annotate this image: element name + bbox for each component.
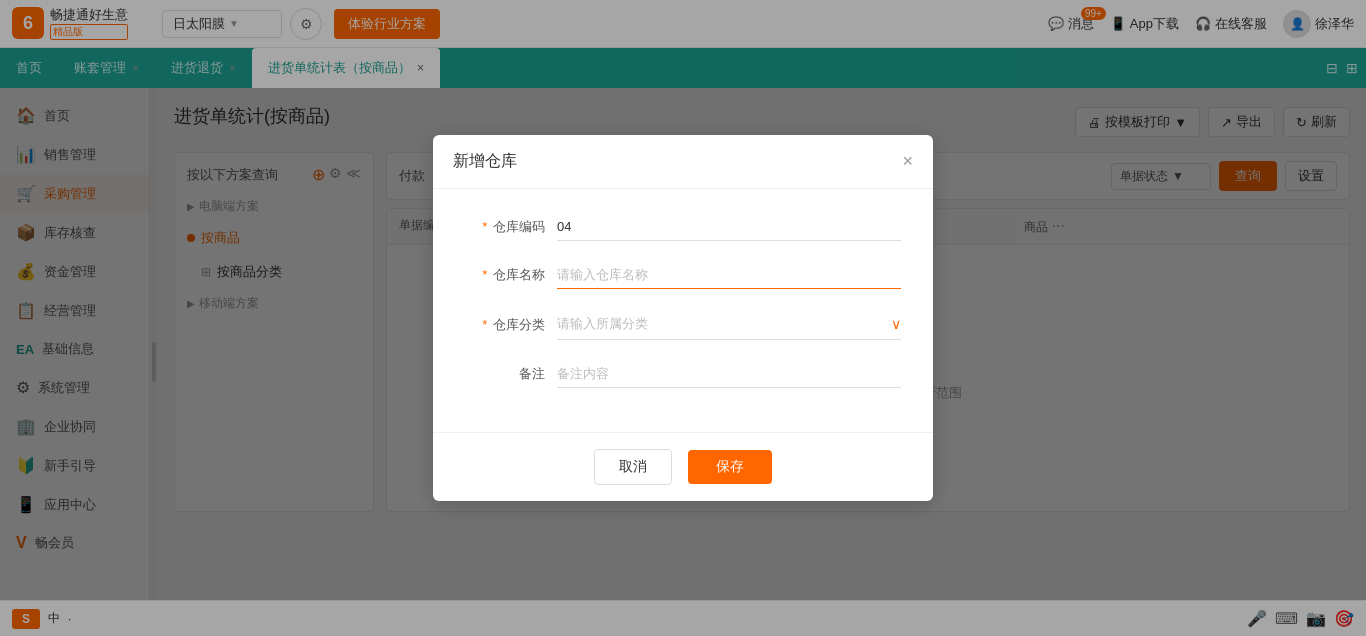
required-mark-2: *	[482, 267, 487, 282]
save-button[interactable]: 保存	[688, 450, 772, 484]
warehouse-category-row: * 仓库分类 请输入所属分类 ∨	[465, 309, 901, 340]
warehouse-category-label: * 仓库分类	[465, 316, 545, 334]
warehouse-category-placeholder: 请输入所属分类	[557, 315, 648, 333]
warehouse-name-input[interactable]	[557, 261, 901, 289]
warehouse-name-label: * 仓库名称	[465, 266, 545, 284]
notes-input[interactable]	[557, 360, 901, 388]
modal-body: * 仓库编码 * 仓库名称 * 仓库分类 请输入所属	[433, 189, 933, 432]
notes-row: 备注	[465, 360, 901, 388]
warehouse-category-select[interactable]: 请输入所属分类 ∨	[557, 309, 901, 340]
required-mark-3: *	[482, 317, 487, 332]
add-warehouse-modal: 新增仓库 × * 仓库编码 * 仓库名称	[433, 135, 933, 501]
cancel-button[interactable]: 取消	[594, 449, 672, 485]
modal-header: 新增仓库 ×	[433, 135, 933, 189]
modal-overlay: 新增仓库 × * 仓库编码 * 仓库名称	[0, 0, 1366, 636]
notes-label: 备注	[465, 365, 545, 383]
modal-title: 新增仓库	[453, 151, 517, 172]
warehouse-name-row: * 仓库名称	[465, 261, 901, 289]
warehouse-code-input[interactable]	[557, 213, 901, 241]
warehouse-code-label: * 仓库编码	[465, 218, 545, 236]
modal-close-button[interactable]: ×	[902, 151, 913, 172]
modal-footer: 取消 保存	[433, 432, 933, 501]
warehouse-code-row: * 仓库编码	[465, 213, 901, 241]
chevron-down-icon: ∨	[891, 316, 901, 332]
required-mark: *	[482, 219, 487, 234]
